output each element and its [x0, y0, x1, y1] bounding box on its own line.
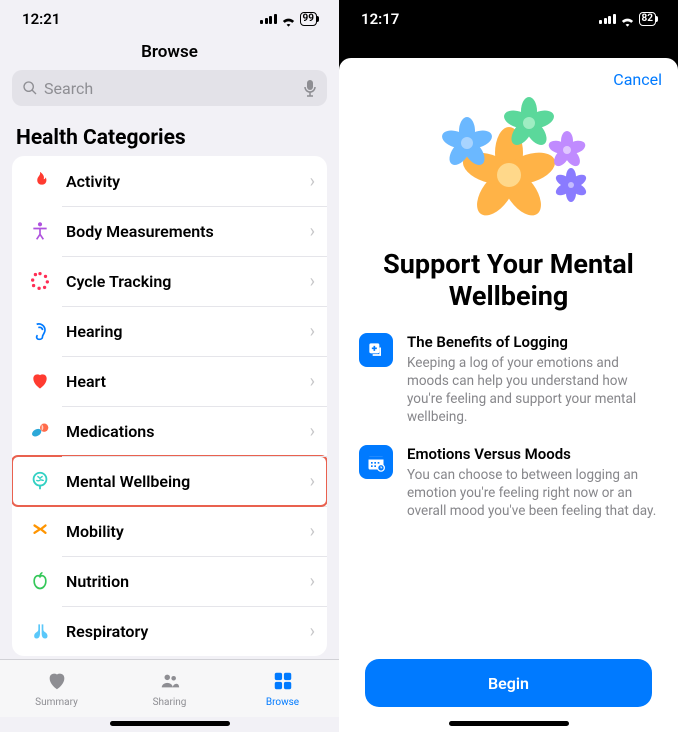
modal-title: Support Your Mental Wellbeing — [369, 248, 648, 313]
chevron-right-icon: › — [310, 371, 315, 392]
search-field[interactable] — [12, 70, 327, 106]
status-bar: 12:21 99 — [0, 0, 339, 36]
chevron-right-icon: › — [310, 521, 315, 542]
tab-sharing[interactable]: Sharing — [113, 660, 226, 717]
chevron-right-icon: › — [310, 271, 315, 292]
info-desc: Keeping a log of your emotions and moods… — [407, 354, 658, 427]
category-label: Heart — [66, 372, 310, 391]
category-label: Medications — [66, 422, 310, 441]
info-title: Emotions Versus Moods — [407, 445, 658, 463]
info-title: The Benefits of Logging — [407, 333, 658, 351]
status-time: 12:21 — [22, 10, 60, 28]
categories-list: Activity›Body Measurements›Cycle Trackin… — [12, 156, 327, 656]
tab-browse[interactable]: Browse — [226, 660, 339, 717]
battery-indicator: 99 — [300, 12, 317, 26]
cancel-button[interactable]: Cancel — [613, 70, 662, 89]
wifi-icon — [281, 13, 296, 25]
home-indicator[interactable] — [449, 721, 569, 726]
category-label: Mobility — [66, 522, 310, 541]
brain-icon — [26, 467, 54, 495]
status-icons: 82 — [599, 12, 656, 26]
category-hearing[interactable]: Hearing› — [12, 306, 327, 356]
chevron-right-icon: › — [310, 571, 315, 592]
category-label: Respiratory — [66, 622, 310, 641]
body-icon — [26, 217, 54, 245]
tab-summary[interactable]: Summary — [0, 660, 113, 717]
tab-bar: Summary Sharing Browse — [0, 659, 339, 717]
nav-title: Browse — [0, 36, 339, 70]
battery-indicator: 82 — [639, 12, 656, 26]
apple-icon — [26, 567, 54, 595]
tab-label: Sharing — [153, 697, 187, 708]
tab-label: Summary — [35, 697, 78, 708]
chevron-right-icon: › — [310, 621, 315, 642]
tab-label: Browse — [266, 697, 299, 708]
chevron-right-icon: › — [310, 221, 315, 242]
section-title: Health Categories — [0, 116, 339, 156]
category-respiratory[interactable]: Respiratory› — [12, 606, 327, 656]
signal-icon — [599, 14, 616, 24]
category-label: Activity — [66, 172, 310, 191]
info-item-0: The Benefits of Logging Keeping a log of … — [359, 333, 658, 427]
category-medications[interactable]: Medications› — [12, 406, 327, 456]
heart-fill-icon — [46, 670, 68, 695]
category-label: Cycle Tracking — [66, 272, 310, 291]
people-icon — [159, 670, 181, 695]
status-bar: 12:17 82 — [339, 0, 678, 36]
signal-icon — [260, 14, 277, 24]
category-label: Nutrition — [66, 572, 310, 591]
grid-icon — [272, 670, 294, 695]
category-mental-wellbeing[interactable]: Mental Wellbeing› — [12, 456, 327, 506]
wellbeing-modal-screen: 12:17 82 Cancel Support Your Mental Well… — [339, 0, 678, 732]
ear-icon — [26, 317, 54, 345]
chevron-right-icon: › — [310, 321, 315, 342]
chevron-right-icon: › — [310, 421, 315, 442]
calendar-icon — [359, 445, 393, 479]
category-nutrition[interactable]: Nutrition› — [12, 556, 327, 606]
home-indicator[interactable] — [110, 721, 230, 726]
category-label: Body Measurements — [66, 222, 310, 241]
lungs-icon — [26, 617, 54, 645]
mobility-icon — [26, 517, 54, 545]
begin-button[interactable]: Begin — [365, 659, 652, 707]
plus-square-icon — [359, 333, 393, 367]
cycle-icon — [26, 267, 54, 295]
category-label: Mental Wellbeing — [66, 472, 310, 491]
modal-sheet: Cancel Support Your Mental Wellbeing The… — [339, 58, 678, 732]
browse-screen: 12:21 99 Browse Health Categories Activi… — [0, 0, 339, 732]
chevron-right-icon: › — [310, 171, 315, 192]
flowers-illustration — [359, 90, 658, 230]
info-desc: You can choose to between logging an emo… — [407, 466, 658, 521]
category-body-measurements[interactable]: Body Measurements› — [12, 206, 327, 256]
category-heart[interactable]: Heart› — [12, 356, 327, 406]
chevron-right-icon: › — [310, 471, 315, 492]
category-activity[interactable]: Activity› — [12, 156, 327, 206]
status-icons: 99 — [260, 12, 317, 26]
mic-icon[interactable] — [303, 79, 317, 97]
pills-icon — [26, 417, 54, 445]
category-label: Hearing — [66, 322, 310, 341]
flame-icon — [26, 167, 54, 195]
heart-icon — [26, 367, 54, 395]
info-item-1: Emotions Versus Moods You can choose to b… — [359, 445, 658, 521]
search-icon — [22, 80, 38, 96]
status-time: 12:17 — [361, 10, 399, 28]
category-cycle-tracking[interactable]: Cycle Tracking› — [12, 256, 327, 306]
category-mobility[interactable]: Mobility› — [12, 506, 327, 556]
wifi-icon — [620, 13, 635, 25]
search-input[interactable] — [44, 79, 297, 98]
